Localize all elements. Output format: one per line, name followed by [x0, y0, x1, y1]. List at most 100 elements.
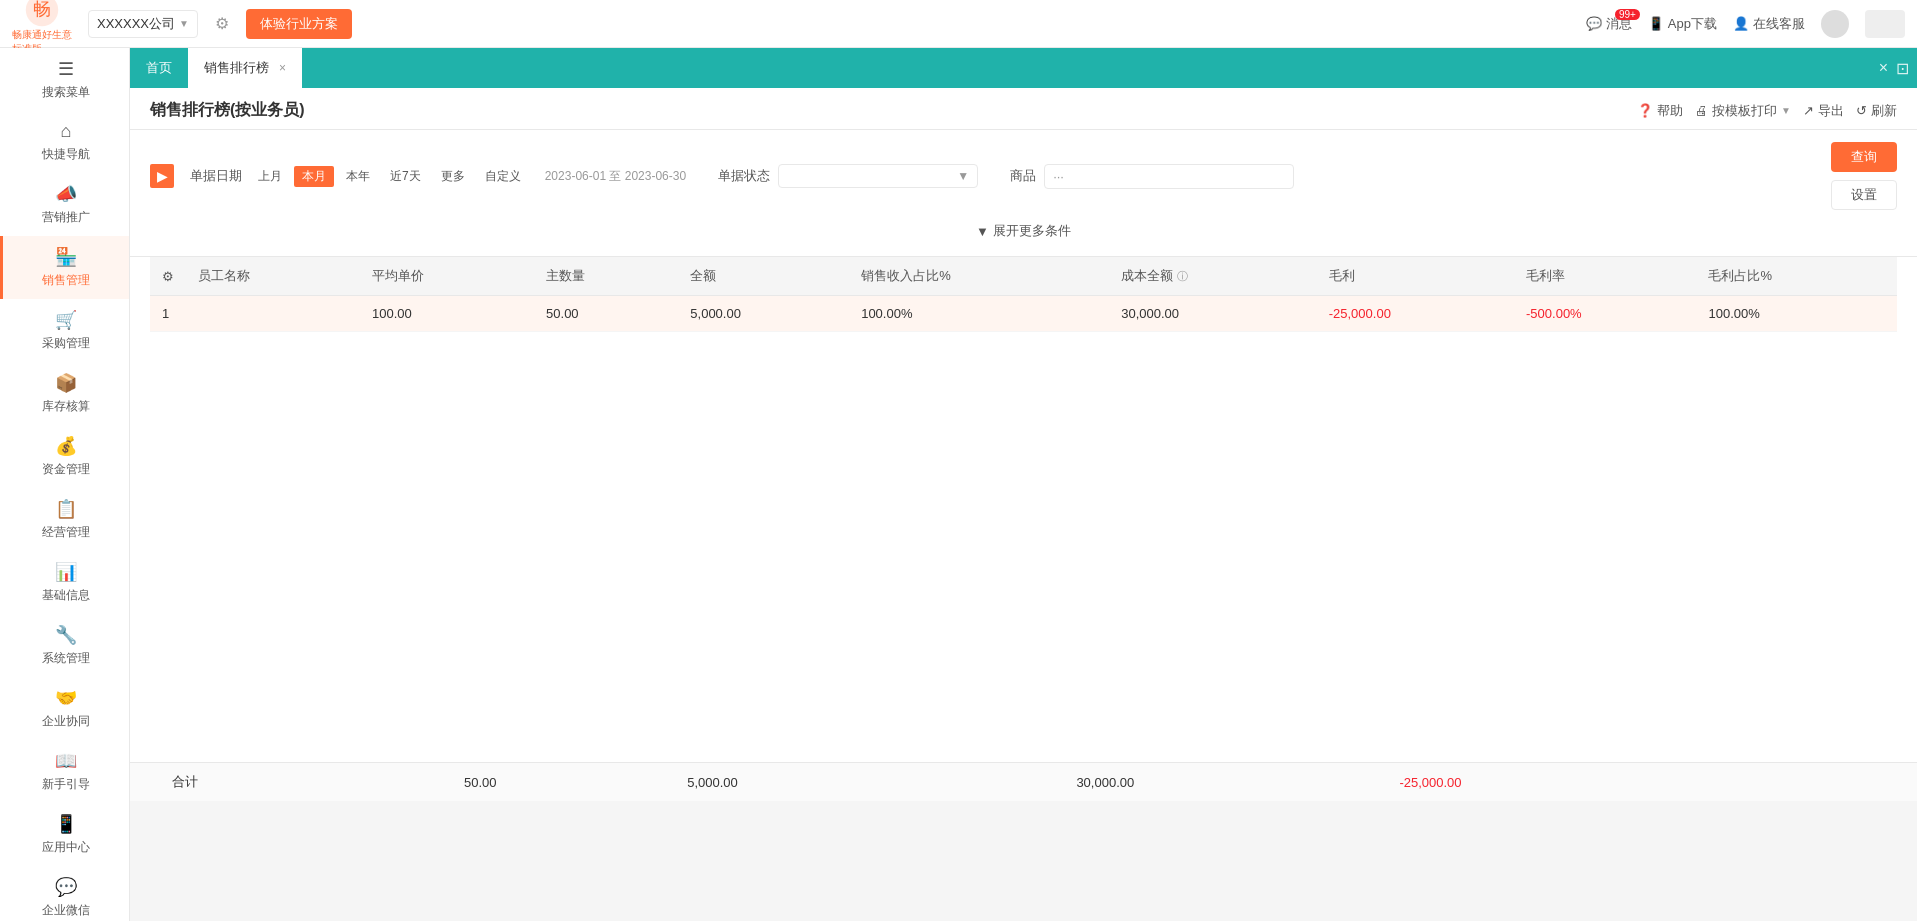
cell-gross-profit: -25,000.00 [1317, 296, 1514, 332]
trial-button[interactable]: 体验行业方案 [246, 9, 352, 39]
th-cost: 成本全额 ⓘ [1109, 257, 1317, 296]
app-download-label: App下载 [1668, 15, 1717, 33]
basic-info-icon: 📊 [55, 561, 77, 583]
sidebar-item-label: 搜索菜单 [42, 84, 90, 101]
print-button[interactable]: 🖨 按模板打印 ▼ [1695, 102, 1791, 120]
tab-bar: 首页 销售排行榜 × × ⊡ [130, 48, 1917, 88]
column-settings-icon[interactable]: ⚙ [162, 269, 174, 284]
date-tab-custom[interactable]: 自定义 [477, 166, 529, 187]
table-row: 1 100.00 50.00 5,000.00 100.00% 30,000.0… [150, 296, 1897, 332]
tab-sales-ranking[interactable]: 销售排行榜 × [188, 48, 302, 88]
app-center-icon: 📱 [55, 813, 77, 835]
th-avg-price: 平均单价 [360, 257, 534, 296]
status-filter-label: 单据状态 [718, 167, 770, 185]
company-selector[interactable]: XXXXXX公司 ▼ [88, 10, 198, 38]
tab-active-label: 销售排行榜 [204, 59, 269, 77]
cost-info-icon[interactable]: ⓘ [1177, 270, 1188, 282]
sidebar-item-search[interactable]: ☰ 搜索菜单 [0, 48, 129, 111]
sidebar-item-inventory[interactable]: 📦 库存核算 [0, 362, 129, 425]
sidebar-item-label: 营销推广 [42, 209, 90, 226]
footer-row: 合计 50.00 5,000.00 30,000.00 -25,000.00 [130, 763, 1917, 802]
print-icon: 🖨 [1695, 103, 1708, 118]
goods-filter: 商品 ··· [1010, 164, 1294, 189]
message-badge: 99+ [1615, 9, 1640, 20]
sidebar-item-guide[interactable]: 📖 新手引导 [0, 740, 129, 803]
date-tabs: 上月 本月 本年 近7天 更多 自定义 [250, 166, 529, 187]
settings-button[interactable]: 设置 [1831, 180, 1897, 210]
goods-select[interactable]: ··· [1044, 164, 1294, 189]
purchase-icon: 🛒 [55, 309, 77, 331]
export-icon: ↗ [1803, 103, 1814, 118]
th-employee: 员工名称 [186, 257, 360, 296]
sidebar-item-enterprise[interactable]: 🤝 企业协同 [0, 677, 129, 740]
goods-ellipsis-icon[interactable]: ··· [1053, 169, 1064, 184]
settings-icon[interactable]: ⚙ [206, 8, 238, 40]
operations-icon: 📋 [55, 498, 77, 520]
message-button[interactable]: 💬 消息 99+ [1586, 15, 1632, 33]
date-range-text: 2023-06-01 至 2023-06-30 [545, 168, 686, 185]
refresh-label: 刷新 [1871, 102, 1897, 120]
empty-space [130, 332, 1917, 762]
date-tab-this-year[interactable]: 本年 [338, 166, 378, 187]
cell-avg-price: 100.00 [360, 296, 534, 332]
svg-text:畅: 畅 [33, 0, 51, 19]
export-button[interactable]: ↗ 导出 [1803, 102, 1844, 120]
filter-expand-icon[interactable]: ▶ [150, 164, 174, 188]
company-chevron-icon: ▼ [179, 18, 189, 29]
th-gross-rate: 毛利率 [1514, 257, 1696, 296]
filter-area: ▶ 单据日期 上月 本月 本年 近7天 更多 自定义 [130, 130, 1917, 257]
expand-more-button[interactable]: ▼ 展开更多条件 [976, 218, 1071, 244]
sidebar-item-operations[interactable]: 📋 经营管理 [0, 488, 129, 551]
footer-bar: 合计 50.00 5,000.00 30,000.00 -25,000.00 [130, 762, 1917, 802]
cell-gross-ratio: 100.00% [1696, 296, 1897, 332]
online-service-button[interactable]: 👤 在线客服 [1733, 15, 1805, 33]
system-icon: 🔧 [55, 624, 77, 646]
tab-close-icon[interactable]: × [279, 61, 286, 75]
footer-table: 合计 50.00 5,000.00 30,000.00 -25,000.00 [130, 763, 1917, 802]
date-range-display: 2023-06-01 至 2023-06-30 [545, 168, 686, 185]
sidebar-item-system[interactable]: 🔧 系统管理 [0, 614, 129, 677]
avatar[interactable] [1821, 10, 1849, 38]
sidebar-item-finance[interactable]: 💰 资金管理 [0, 425, 129, 488]
footer-cell-empty [130, 763, 160, 802]
guide-icon: 📖 [55, 750, 77, 772]
search-icon: ☰ [58, 58, 74, 80]
sidebar-item-basic-info[interactable]: 📊 基础信息 [0, 551, 129, 614]
print-chevron-icon: ▼ [1781, 105, 1791, 116]
enterprise-icon: 🤝 [55, 687, 77, 709]
sidebar-item-marketing[interactable]: 📣 营销推广 [0, 173, 129, 236]
status-select[interactable]: ▼ [778, 164, 978, 188]
page-actions: ❓ 帮助 🖨 按模板打印 ▼ ↗ 导出 ↺ [1637, 102, 1897, 120]
logo-icon: 畅 [24, 0, 60, 28]
app-download-icon: 📱 [1648, 16, 1664, 31]
tab-window-restore-icon[interactable]: ⊡ [1896, 59, 1909, 78]
date-tab-this-month[interactable]: 本月 [294, 166, 334, 187]
footer-sales-ratio [970, 763, 1065, 802]
app-download-button[interactable]: 📱 App下载 [1648, 15, 1717, 33]
sidebar-item-sales[interactable]: 🏪 销售管理 [0, 236, 129, 299]
sidebar-item-wechat[interactable]: 💬 企业微信 [0, 866, 129, 921]
sidebar-item-label: 应用中心 [42, 839, 90, 856]
refresh-button[interactable]: ↺ 刷新 [1856, 102, 1897, 120]
tab-window-close-icon[interactable]: × [1879, 59, 1888, 77]
footer-gross-profit: -25,000.00 [1387, 763, 1727, 802]
cell-sales-ratio: 100.00% [849, 296, 1109, 332]
refresh-icon: ↺ [1856, 103, 1867, 118]
wechat-icon: 💬 [55, 876, 77, 898]
company-name: XXXXXX公司 [97, 15, 175, 33]
sidebar-item-label: 基础信息 [42, 587, 90, 604]
query-button[interactable]: 查询 [1831, 142, 1897, 172]
th-settings: ⚙ [150, 257, 186, 296]
date-tab-last-7-days[interactable]: 近7天 [382, 166, 429, 187]
tab-home[interactable]: 首页 [130, 48, 188, 88]
sidebar-item-label: 企业微信 [42, 902, 90, 919]
sidebar-item-label: 新手引导 [42, 776, 90, 793]
date-tab-more[interactable]: 更多 [433, 166, 473, 187]
date-tab-last-month[interactable]: 上月 [250, 166, 290, 187]
user-name[interactable] [1865, 10, 1905, 38]
sidebar-item-app-center[interactable]: 📱 应用中心 [0, 803, 129, 866]
sidebar-item-purchase[interactable]: 🛒 采购管理 [0, 299, 129, 362]
sidebar-item-quick-nav[interactable]: ⌂ 快捷导航 [0, 111, 129, 173]
home-icon: ⌂ [61, 121, 72, 142]
help-button[interactable]: ❓ 帮助 [1637, 102, 1683, 120]
